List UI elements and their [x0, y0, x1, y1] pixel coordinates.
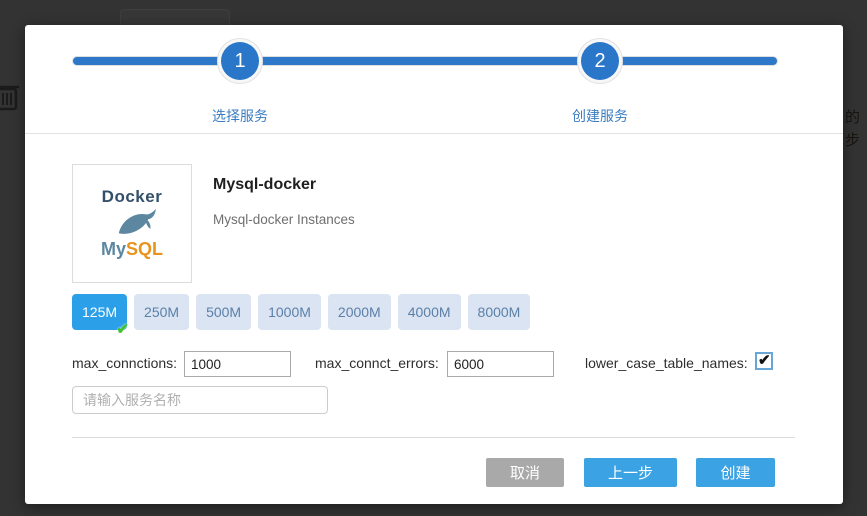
divider: [72, 437, 795, 438]
memory-option-2000m[interactable]: 2000M: [327, 294, 391, 330]
memory-option-1000m[interactable]: 1000M: [258, 294, 321, 330]
cancel-button[interactable]: 取消: [486, 458, 564, 487]
docker-logo-text: Docker: [101, 187, 163, 206]
max-connections-input[interactable]: [184, 351, 291, 377]
step-1-circle: 1: [221, 42, 259, 80]
memory-option-label: 8000M: [477, 304, 521, 320]
service-subtitle: Mysql-docker Instances: [213, 212, 355, 227]
lower-case-table-names-label: lower_case_table_names:: [585, 355, 748, 371]
trash-icon: [0, 81, 20, 111]
lower-case-checkbox[interactable]: [755, 351, 773, 370]
service-title: Mysql-docker: [213, 176, 317, 193]
memory-option-125m[interactable]: 125M ✔: [72, 294, 129, 337]
service-logo: Docker MySQL: [72, 164, 192, 283]
memory-option-label: 2000M: [337, 304, 381, 320]
memory-option-4000m[interactable]: 4000M: [397, 294, 461, 330]
create-service-dialog: 1 2 选择服务 创建服务 Docker MySQL Mysql-docker …: [25, 25, 843, 504]
max-connections-label: max_connctions:: [72, 355, 178, 371]
step-1-node: 1: [217, 38, 263, 84]
background-clipped-text: 的 步: [845, 109, 861, 149]
step-2-node: 2: [577, 38, 623, 84]
step-2-label: 创建服务: [572, 108, 628, 124]
memory-option-label: 250M: [144, 304, 180, 320]
create-button[interactable]: 创建: [696, 458, 775, 487]
check-icon: ✔: [116, 321, 130, 338]
divider: [25, 133, 843, 134]
service-name-input[interactable]: [72, 386, 328, 414]
step-1-label: 选择服务: [212, 108, 268, 124]
max-connect-errors-input[interactable]: [447, 351, 554, 377]
stepper-progress-bar: [72, 56, 778, 66]
mysql-logo-my: My: [100, 239, 126, 259]
mysql-dolphin-icon: [116, 208, 158, 241]
mysql-logo-sql: SQL: [126, 239, 164, 259]
memory-option-label: 500M: [206, 304, 242, 320]
previous-step-button[interactable]: 上一步: [584, 458, 677, 487]
step-2-circle: 2: [581, 42, 619, 80]
memory-option-500m[interactable]: 500M: [196, 294, 252, 330]
max-connect-errors-label: max_connct_errors:: [315, 355, 439, 371]
mysql-logo-text: MySQL: [101, 239, 163, 260]
memory-option-label: 4000M: [407, 304, 451, 320]
memory-options-row: 125M ✔ 250M 500M 1000M 2000M 4000M 8000M: [72, 294, 531, 337]
memory-option-8000m[interactable]: 8000M: [467, 294, 531, 330]
memory-option-label: 1000M: [268, 304, 311, 320]
memory-option-250m[interactable]: 250M: [134, 294, 190, 330]
memory-option-label: 125M: [82, 304, 118, 320]
